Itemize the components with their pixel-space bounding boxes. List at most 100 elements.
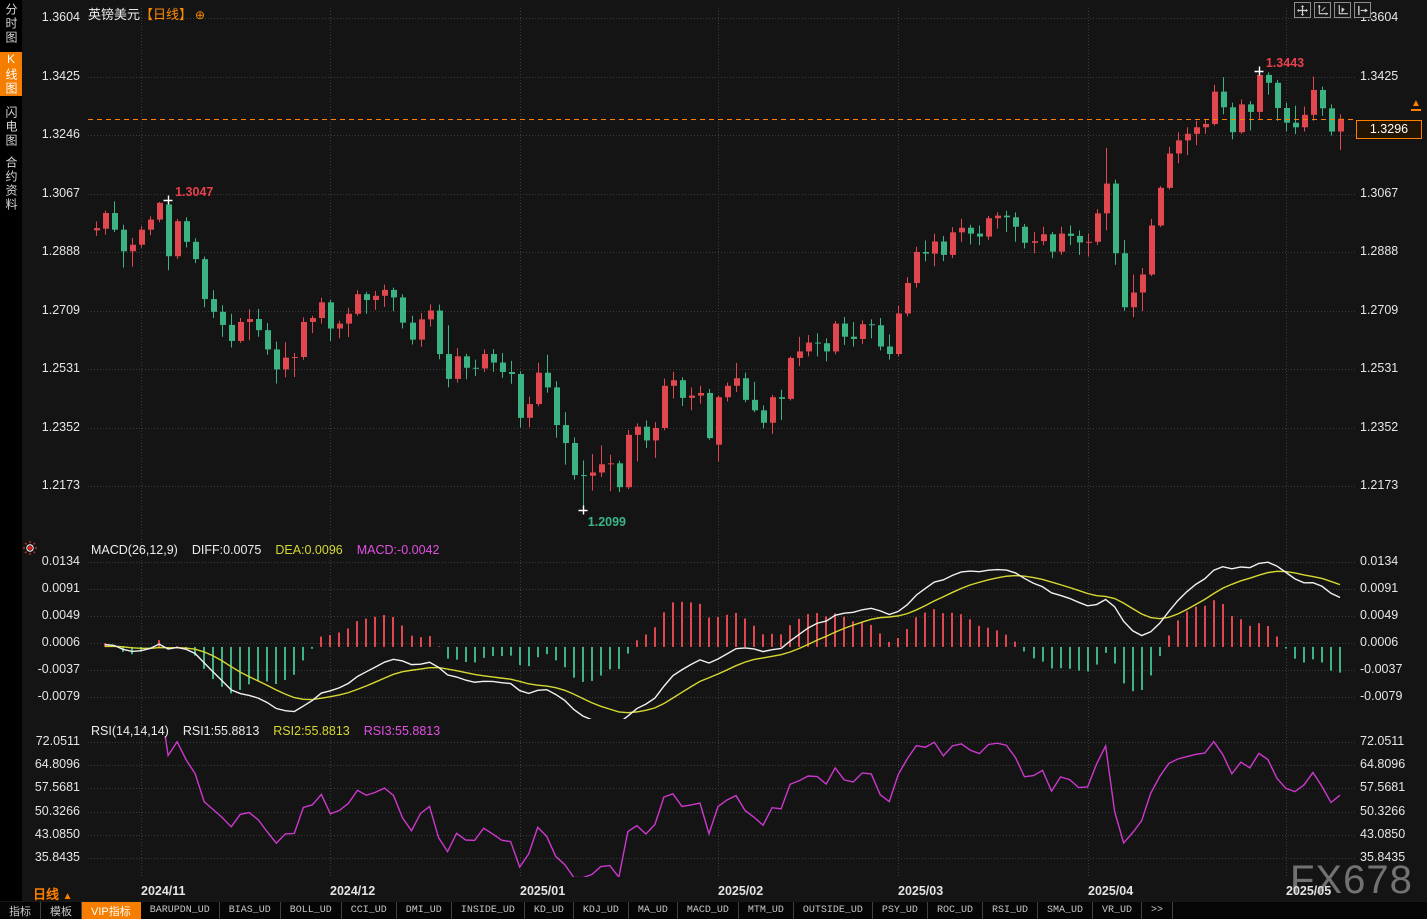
rsi-axis-label: 57.5681	[34, 780, 80, 794]
sidebar-item-1[interactable]: 分时图	[0, 3, 22, 45]
tab-barupdn_ud[interactable]: BARUPDN_UD	[141, 902, 220, 919]
date-label: 2025/01	[520, 884, 566, 898]
macd-hist-value: MACD:-0.0042	[356, 543, 440, 557]
tab-kd_ud[interactable]: KD_UD	[525, 902, 574, 919]
date-label: 2025/03	[898, 884, 944, 898]
price-axis-label: 1.2352	[1360, 420, 1399, 434]
price-axis-label: 1.3067	[41, 186, 80, 200]
price-axis-label: 1.2709	[41, 303, 80, 317]
watermark: FX678	[1290, 858, 1413, 902]
sidebar-item-4[interactable]: 合约资料	[0, 156, 22, 212]
tab-inside_ud[interactable]: INSIDE_UD	[452, 902, 525, 919]
rsi-axis-label: 50.3266	[34, 804, 80, 818]
tab-rsi_ud[interactable]: RSI_UD	[983, 902, 1038, 919]
sidebar-item-3[interactable]: 闪电图	[0, 106, 22, 148]
price-axis-label: 1.3067	[1360, 186, 1399, 200]
macd-title: MACD(26,12,9)	[91, 543, 178, 557]
crosshair-move-icon[interactable]	[1294, 2, 1311, 18]
macd-axis-label: 0.0134	[41, 554, 80, 568]
low-price-label: 1.2099	[587, 515, 627, 530]
macd-axis-label: -0.0037	[1360, 662, 1403, 676]
price-up-arrow-icon: ▲	[1411, 98, 1421, 111]
rsi1-value: RSI1:55.8813	[182, 724, 260, 738]
tab-kdj_ud[interactable]: KDJ_UD	[574, 902, 629, 919]
chart-canvas[interactable]	[0, 0, 1427, 919]
indicator-settings-icon[interactable]	[22, 540, 38, 556]
tab-cci_ud[interactable]: CCI_UD	[342, 902, 397, 919]
price-axis-label: 1.2531	[1360, 361, 1399, 375]
date-label: 2025/04	[1088, 884, 1134, 898]
tab-macd_ud[interactable]: MACD_UD	[678, 902, 739, 919]
macd-diff-value: DIFF:0.0075	[191, 543, 262, 557]
timeframe-title: 【日线】	[140, 7, 193, 22]
rsi-axis-label: 43.0850	[1360, 827, 1406, 841]
macd-axis-label: -0.0079	[37, 689, 80, 703]
sidebar-item-2[interactable]: K线图	[0, 52, 22, 96]
macd-axis-label: 0.0091	[1360, 581, 1399, 595]
tab-[interactable]: 指标	[0, 902, 41, 919]
macd-axis-label: 0.0091	[41, 581, 80, 595]
rsi-axis-label: 43.0850	[34, 827, 80, 841]
date-label: 2024/12	[330, 884, 376, 898]
tab-vip[interactable]: VIP指标	[82, 902, 141, 919]
indicator-tabbar: 指标 模板 VIP指标 BARUPDN_UD BIAS_UD BOLL_UD CCI_UD D…	[0, 901, 1427, 919]
rsi-axis-label: 50.3266	[1360, 804, 1406, 818]
titlebar: 英镑美元【日线】 ⊕	[88, 4, 205, 23]
macd-axis-label: -0.0079	[1360, 689, 1403, 703]
price-axis-label: 1.3425	[41, 69, 80, 83]
tab-boll_ud[interactable]: BOLL_UD	[281, 902, 342, 919]
tab-psy_ud[interactable]: PSY_UD	[873, 902, 928, 919]
prev-high-price-label: 1.3047	[175, 185, 214, 200]
macd-header: MACD(26,12,9) DIFF:0.0075 DEA:0.0096 MACD:-…	[91, 543, 439, 557]
macd-dea-value: DEA:0.0096	[275, 543, 343, 557]
price-axis-label: 1.2173	[41, 478, 80, 492]
date-label: 2024/11	[141, 884, 186, 898]
sidebar: 分时图 K线图闪电图合约资料	[0, 0, 22, 919]
rsi-axis-label: 64.8096	[34, 757, 80, 771]
tab-mtm_ud[interactable]: MTM_UD	[739, 902, 794, 919]
rsi-title: RSI(14,14,14)	[91, 724, 169, 738]
tab-roc_ud[interactable]: ROC_UD	[928, 902, 983, 919]
price-axis-label: 1.2531	[41, 361, 80, 375]
tab-vr_ud[interactable]: VR_UD	[1093, 902, 1142, 919]
rsi-header: RSI(14,14,14) RSI1:55.8813 RSI2:55.8813 RSI…	[91, 724, 440, 738]
tab-dmi_ud[interactable]: DMI_UD	[397, 902, 452, 919]
price-axis-label: 1.3425	[1360, 69, 1399, 83]
rsi-axis-label: 72.0511	[35, 734, 80, 748]
price-axis-label: 1.2888	[1360, 244, 1399, 258]
macd-axis-label: 0.0006	[41, 635, 80, 649]
price-axis-label: 1.3604	[41, 10, 80, 24]
rsi-axis-label: 72.0511	[1360, 734, 1405, 748]
tab-ma_ud[interactable]: MA_UD	[629, 902, 678, 919]
date-label: 2025/02	[718, 884, 764, 898]
shift-right-icon[interactable]	[1354, 2, 1371, 18]
chart-toolbar	[1294, 2, 1371, 18]
rsi-axis-label: 57.5681	[1360, 780, 1406, 794]
price-axis-label: 1.2888	[41, 244, 80, 258]
tab-[interactable]: 模板	[41, 902, 82, 919]
tab-bias_ud[interactable]: BIAS_UD	[220, 902, 281, 919]
macd-axis-label: 0.0049	[1360, 608, 1399, 622]
rsi3-value: RSI3:55.8813	[363, 724, 441, 738]
macd-axis-label: 0.0006	[1360, 635, 1399, 649]
price-axis-label: 1.2173	[1360, 478, 1399, 492]
auto-scale-icon[interactable]	[1334, 2, 1351, 18]
tab-outside_ud[interactable]: OUTSIDE_UD	[794, 902, 873, 919]
rsi-axis-label: 35.8435	[34, 850, 80, 864]
price-axis-label: 1.2709	[1360, 303, 1399, 317]
macd-axis-label: 0.0134	[1360, 554, 1399, 568]
fit-axis-icon[interactable]	[1314, 2, 1331, 18]
symbol-title: 英镑美元	[88, 7, 141, 22]
add-indicator-icon[interactable]: ⊕	[195, 8, 205, 22]
rsi2-value: RSI2:55.8813	[273, 724, 350, 738]
rsi-axis-label: 64.8096	[1360, 757, 1406, 771]
high-price-label: 1.3443	[1265, 55, 1305, 70]
last-price-box: 1.3296	[1356, 120, 1422, 139]
tab-sma_ud[interactable]: SMA_UD	[1038, 902, 1093, 919]
price-axis-label: 1.2352	[41, 420, 80, 434]
timeframe-label: 日线	[33, 887, 60, 902]
tab-[interactable]: >>	[1142, 902, 1174, 919]
price-axis-label: 1.3246	[41, 127, 80, 141]
macd-axis-label: 0.0049	[41, 608, 80, 622]
macd-axis-label: -0.0037	[37, 662, 80, 676]
